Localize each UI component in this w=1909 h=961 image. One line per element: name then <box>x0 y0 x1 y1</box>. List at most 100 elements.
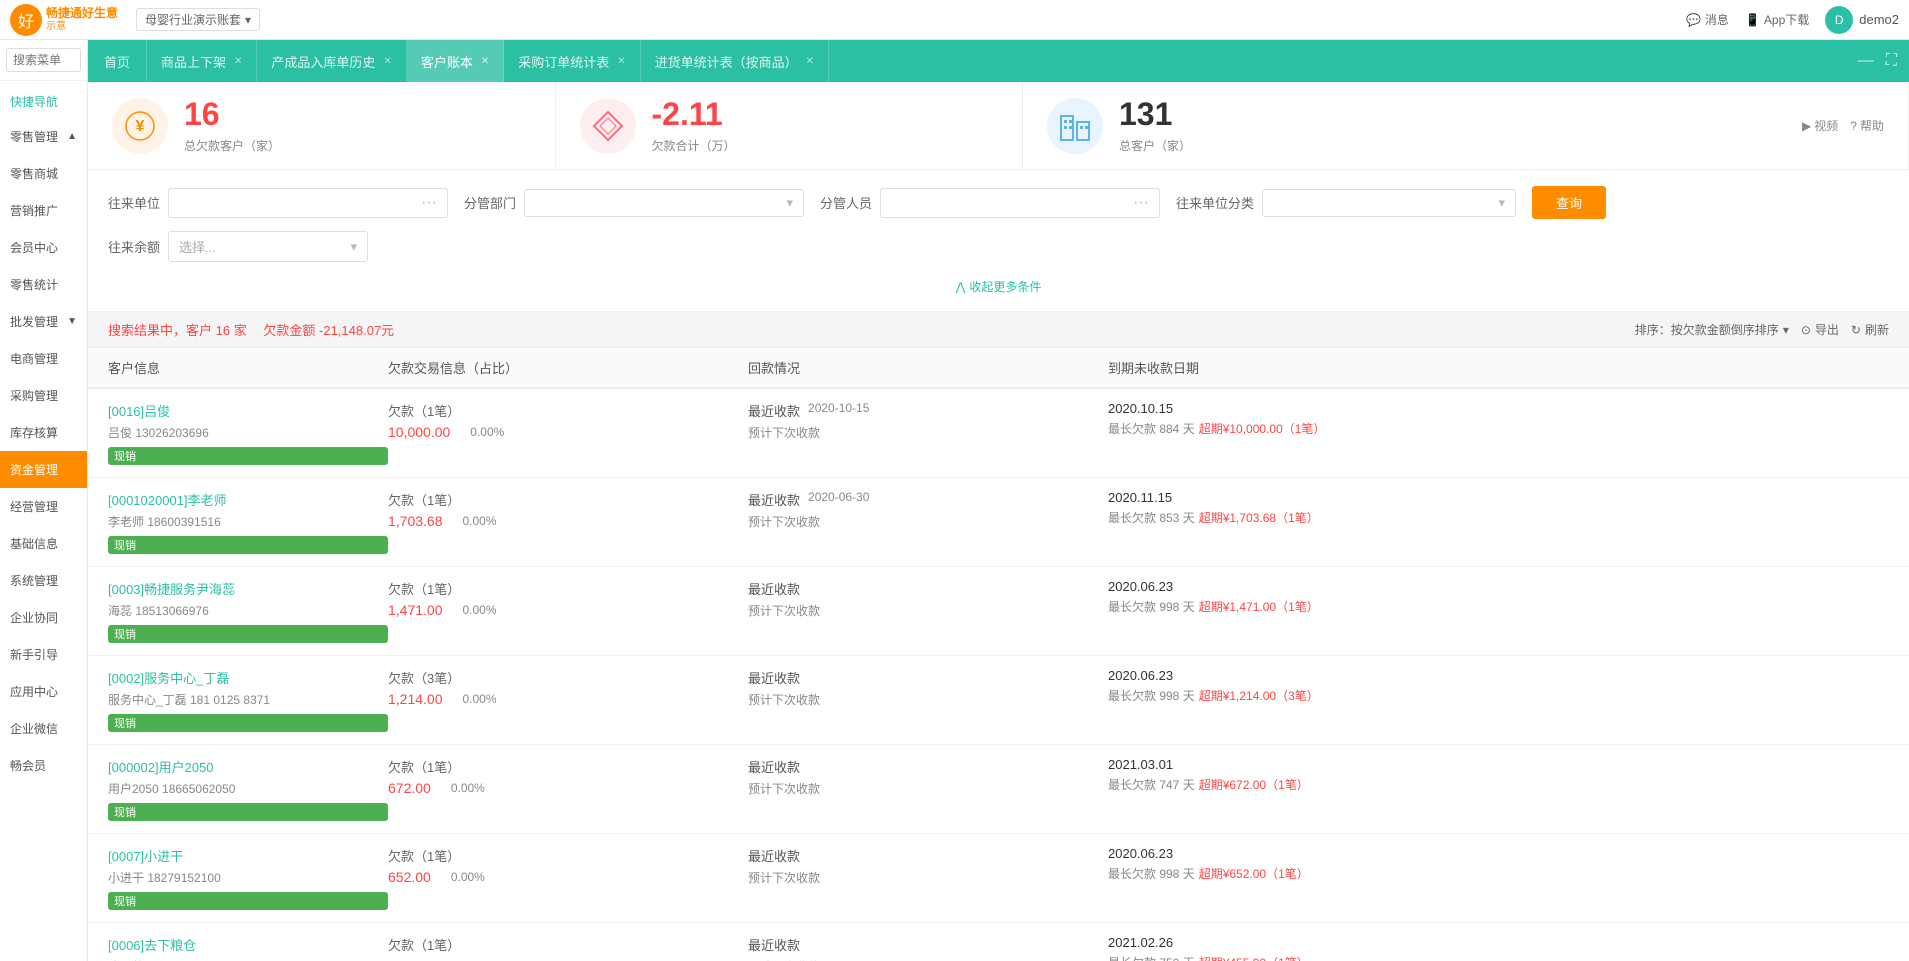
customer-name-3[interactable]: [0003]畅捷服务尹海蕊 <box>108 579 388 598</box>
tabs-maximize-btn[interactable]: ⛶ <box>1882 48 1901 74</box>
sidebar-search-input[interactable] <box>6 48 81 72</box>
table-header: 客户信息 欠款交易信息（占比） 回款情况 到期未收款日期 <box>88 348 1909 389</box>
collapse-button[interactable]: ⋀ 收起更多条件 <box>956 278 1042 295</box>
sidebar-item-marketing[interactable]: 营销推广 <box>0 192 87 229</box>
debt-amount-1[interactable]: 10,000.00 <box>388 424 450 440</box>
sidebar-item-app-center[interactable]: 应用中心 <box>0 673 87 710</box>
overdue-link-1[interactable]: 超期¥10,000.00（1笔） <box>1199 420 1326 437</box>
from-unit-input-wrapper[interactable]: ··· <box>168 188 448 218</box>
message-btn[interactable]: 💬 消息 <box>1686 11 1729 28</box>
sidebar-item-quick-nav[interactable]: 快捷导航 <box>0 85 87 118</box>
sidebar-item-basic-info[interactable]: 基础信息 <box>0 525 87 562</box>
balance-select[interactable]: 选择... ▾ <box>168 231 368 262</box>
sidebar-item-inventory[interactable]: 库存核算 <box>0 414 87 451</box>
help-icon: ? <box>1850 119 1857 133</box>
tab-purchase-order[interactable]: 采购订单统计表 ✕ <box>504 40 640 82</box>
balance-select-value: 选择... <box>179 237 350 256</box>
stat-content-debt: -2.11 欠款合计（万） <box>652 97 736 153</box>
overdue-days-1: 最长欠款 884 天 <box>1108 420 1195 437</box>
logo-icon: 好 <box>10 4 42 36</box>
sidebar-item-vip[interactable]: 畅会员 <box>0 747 87 784</box>
tab-production-close[interactable]: ✕ <box>383 56 391 67</box>
tab-home[interactable]: 首页 <box>88 40 147 82</box>
stat-card-right-links: ▶ 视频 ? 帮助 <box>1802 117 1884 134</box>
user-area[interactable]: D demo2 <box>1825 6 1899 34</box>
debt-amount-6[interactable]: 652.00 <box>388 869 431 885</box>
manager-input[interactable] <box>891 195 1133 210</box>
overdue-link-5[interactable]: 超期¥672.00（1笔） <box>1199 776 1309 793</box>
customer-name-1[interactable]: [0016]吕俊 <box>108 401 388 420</box>
customer-name-5[interactable]: [000002]用户2050 <box>108 757 388 776</box>
manager-dots[interactable]: ··· <box>1133 194 1149 212</box>
dept-select[interactable]: ▾ <box>524 189 804 217</box>
overdue-link-3[interactable]: 超期¥1,471.00（1笔） <box>1199 598 1319 615</box>
store-selector[interactable]: 母婴行业演示账套 ▾ <box>136 8 260 31</box>
debt-amount-3[interactable]: 1,471.00 <box>388 602 443 618</box>
refresh-button[interactable]: ↻ 刷新 <box>1851 321 1889 338</box>
sidebar-item-newbie[interactable]: 新手引导 <box>0 636 87 673</box>
unit-category-select[interactable]: ▾ <box>1262 189 1516 217</box>
overdue-link-2[interactable]: 超期¥1,703.68（1笔） <box>1199 509 1319 526</box>
customer-name-7[interactable]: [0006]去下粮仓 <box>108 935 388 954</box>
filter-from-unit-label: 往来单位 <box>108 193 160 212</box>
table-row: [0002]服务中心_丁磊 服务中心_丁磊 181 0125 8371 现销 欠… <box>88 656 1909 745</box>
overdue-info-7: 2021.02.26 最长欠款 750 天 超期¥455.90（1笔） <box>1108 935 1889 961</box>
tab-purchase-stats[interactable]: 进货单统计表（按商品） ✕ <box>641 40 829 82</box>
manager-input-wrapper[interactable]: ··· <box>880 188 1160 218</box>
tab-customer-close[interactable]: ✕ <box>481 56 489 67</box>
from-unit-input[interactable] <box>179 195 421 210</box>
stat-label-total: 总客户（家） <box>1119 137 1191 154</box>
debt-amount-2[interactable]: 1,703.68 <box>388 513 443 529</box>
sidebar-item-system[interactable]: 系统管理 <box>0 562 87 599</box>
sidebar-item-label-marketing: 营销推广 <box>10 202 58 219</box>
debt-amount-5[interactable]: 672.00 <box>388 780 431 796</box>
query-button[interactable]: 查询 <box>1532 186 1606 219</box>
sidebar-item-member[interactable]: 会员中心 <box>0 229 87 266</box>
tabs-right: — ⛶ <box>1854 48 1909 74</box>
sidebar-item-ecommerce[interactable]: 电商管理 <box>0 340 87 377</box>
tab-goods[interactable]: 商品上下架 ✕ <box>147 40 257 82</box>
top-bar-right: 💬 消息 📱 App下载 D demo2 <box>1686 6 1899 34</box>
tab-customer-account[interactable]: 客户账本 ✕ <box>407 40 504 82</box>
sidebar-item-wholesale[interactable]: 批发管理 ▼ <box>0 303 87 340</box>
overdue-detail-2: 最长欠款 853 天 超期¥1,703.68（1笔） <box>1108 509 1889 526</box>
app-download-btn[interactable]: 📱 App下载 <box>1745 11 1809 28</box>
sidebar-item-wechat[interactable]: 企业微信 <box>0 710 87 747</box>
stat-card-debt-total: -2.11 欠款合计（万） <box>556 82 1024 169</box>
sort-selector[interactable]: 排序：按欠款金额倒序排序 ▾ <box>1635 321 1789 338</box>
sidebar-item-procurement[interactable]: 采购管理 <box>0 377 87 414</box>
customer-name-2[interactable]: [0001020001]李老师 <box>108 490 388 509</box>
customer-phone-4: 服务中心_丁磊 181 0125 8371 <box>108 691 388 708</box>
video-link[interactable]: ▶ 视频 <box>1802 117 1838 134</box>
tab-purchase-stats-close[interactable]: ✕ <box>806 56 814 67</box>
sidebar-item-retail-stats[interactable]: 零售统计 <box>0 266 87 303</box>
tab-production[interactable]: 产成品入库单历史 ✕ <box>257 40 406 82</box>
sidebar-item-label-ecommerce: 电商管理 <box>10 350 58 367</box>
overdue-link-6[interactable]: 超期¥652.00（1笔） <box>1199 865 1309 882</box>
next-pay-2: 预计下次收款 <box>748 513 1108 530</box>
tab-purchase-order-label: 采购订单统计表 <box>518 52 609 71</box>
tab-purchase-order-close[interactable]: ✕ <box>617 56 625 67</box>
customer-name-4[interactable]: [0002]服务中心_丁磊 <box>108 668 388 687</box>
result-count-label: 家 <box>234 323 247 338</box>
collapse-icon: ⋀ <box>956 280 966 294</box>
export-button[interactable]: ⊙ 导出 <box>1801 321 1839 338</box>
sidebar-item-label-retail: 零售管理 <box>10 128 58 145</box>
sidebar-item-finance[interactable]: 资金管理 <box>0 451 87 488</box>
overdue-link-4[interactable]: 超期¥1,214.00（3笔） <box>1199 687 1319 704</box>
logo-area[interactable]: 好 畅捷通好生意 示意 <box>10 4 118 36</box>
tabs-minimize-btn[interactable]: — <box>1854 48 1878 74</box>
customer-name-6[interactable]: [0007]小进干 <box>108 846 388 865</box>
sidebar-item-enterprise[interactable]: 企业协同 <box>0 599 87 636</box>
sidebar-item-retail-mgmt[interactable]: 零售管理 ▲ <box>0 118 87 155</box>
from-unit-dots[interactable]: ··· <box>421 194 437 212</box>
store-arrow: ▾ <box>245 13 251 27</box>
logo-sub[interactable]: 示意 <box>46 21 118 33</box>
overdue-detail-7: 最长欠款 750 天 超期¥455.90（1笔） <box>1108 954 1889 961</box>
tab-goods-close[interactable]: ✕ <box>234 56 242 67</box>
overdue-link-7[interactable]: 超期¥455.90（1笔） <box>1199 954 1309 961</box>
help-link[interactable]: ? 帮助 <box>1850 117 1884 134</box>
sidebar-item-retail-store[interactable]: 零售商城 <box>0 155 87 192</box>
debt-amount-4[interactable]: 1,214.00 <box>388 691 443 707</box>
sidebar-item-operations[interactable]: 经营管理 <box>0 488 87 525</box>
